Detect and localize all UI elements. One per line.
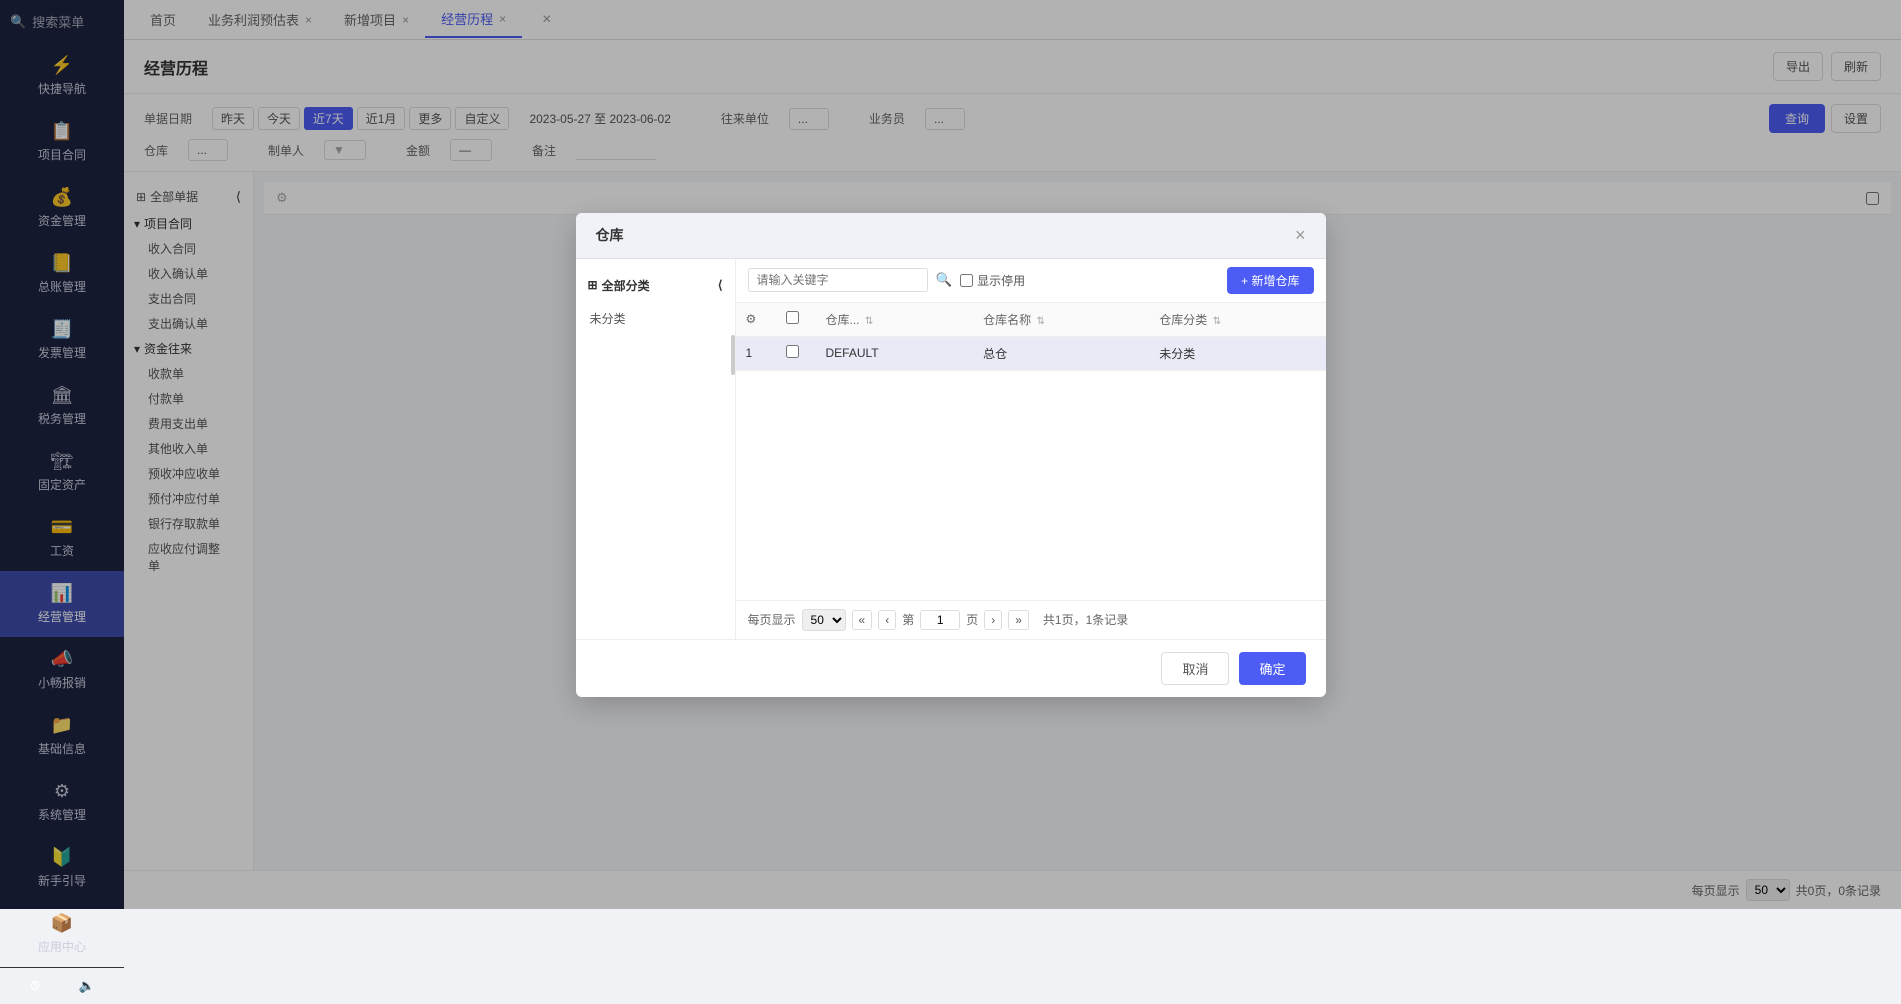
th-category: 仓库分类 ⇅ [1149,303,1325,337]
page-unit: 页 [966,611,978,628]
th-settings: ⚙ [736,303,776,337]
settings-icon-th[interactable]: ⚙ [746,312,757,326]
th-category-label: 仓库分类 [1159,313,1207,327]
add-warehouse-button[interactable]: + 新增仓库 [1227,267,1313,294]
th-name-label: 仓库名称 [983,313,1031,327]
modal-category-label: 全部分类 [602,277,650,294]
next-page-btn[interactable]: › [984,610,1002,630]
settings-icon[interactable]: ⚙ [29,978,41,994]
modal-pagination: 每页显示 50 « ‹ 第 页 › » 共1页，1条记录 [736,600,1326,639]
th-name: 仓库名称 ⇅ [973,303,1149,337]
grid-icon-modal: ⊞ [588,278,598,292]
app-center-icon: 📦 [51,913,73,934]
sort-icon-name[interactable]: ⇅ [1036,316,1044,327]
modal-body: ⊞ 全部分类 ⟨ 未分类 🔍 [576,259,1326,639]
modal-toolbar: 🔍 显示停用 + 新增仓库 [736,259,1326,303]
row-category: 未分类 [1149,336,1325,370]
sidebar-item-label: 应用中心 [38,938,86,955]
row-name: 总仓 [973,336,1149,370]
modal-table: ⚙ 仓库... ⇅ 仓库名称 [736,303,1326,600]
modal-search-input[interactable] [748,268,928,292]
modal-search-btn[interactable]: 🔍 [936,272,953,288]
sidebar-item-app-center[interactable]: 📦 应用中心 [0,901,124,967]
modal-unclassified-label: 未分类 [590,310,626,327]
row-checkbox-cell [776,336,816,370]
confirm-button[interactable]: 确定 [1239,652,1305,685]
first-page-btn[interactable]: « [852,610,873,630]
row-index: 1 [736,336,776,370]
plus-icon: + [1241,274,1248,288]
modal-category-header: ⊞ 全部分类 ⟨ [576,269,735,302]
modal-right-panel: 🔍 显示停用 + 新增仓库 [736,259,1326,639]
prev-page-btn[interactable]: ‹ [878,610,896,630]
modal-overlay: 仓库 × ⊞ 全部分类 ⟨ 未分类 [0,0,1901,909]
modal-footer: 取消 确定 [576,639,1326,697]
scroll-thumb [731,335,735,375]
th-checkbox [776,303,816,337]
cancel-button[interactable]: 取消 [1161,652,1229,685]
audio-icon[interactable]: 🔈 [79,978,95,994]
modal-page-size-label: 每页显示 [748,611,796,628]
table-row[interactable]: 1 DEFAULT 总仓 未分类 [736,336,1326,370]
show-disabled-checkbox[interactable] [960,274,973,287]
row-checkbox[interactable] [786,345,799,358]
modal-title: 仓库 [596,225,624,245]
add-warehouse-label: 新增仓库 [1251,274,1299,288]
th-code: 仓库... ⇅ [816,303,974,337]
page-label: 第 [902,611,914,628]
row-code: DEFAULT [816,336,974,370]
modal-page-size-select[interactable]: 50 [802,609,846,631]
show-disabled-label: 显示停用 [977,272,1025,289]
warehouse-modal: 仓库 × ⊞ 全部分类 ⟨ 未分类 [576,213,1326,697]
modal-header: 仓库 × [576,213,1326,259]
sidebar-bottom: ⚙ 🔈 [0,967,124,1004]
modal-unclassified-item[interactable]: 未分类 [576,302,735,335]
modal-close-btn[interactable]: × [1295,225,1306,246]
th-code-label: 仓库... [826,313,860,327]
page-number-input[interactable] [920,610,960,630]
last-page-btn[interactable]: » [1008,610,1029,630]
modal-collapse-icon[interactable]: ⟨ [718,278,723,292]
modal-category-panel: ⊞ 全部分类 ⟨ 未分类 [576,259,736,639]
show-disabled-checkbox-label: 显示停用 [960,272,1025,289]
modal-category-scroll [576,335,735,535]
select-all-modal-checkbox[interactable] [786,311,799,324]
sort-icon-category[interactable]: ⇅ [1213,316,1221,327]
sort-icon-code[interactable]: ⇅ [865,316,873,327]
modal-pagination-total: 共1页，1条记录 [1043,611,1128,628]
